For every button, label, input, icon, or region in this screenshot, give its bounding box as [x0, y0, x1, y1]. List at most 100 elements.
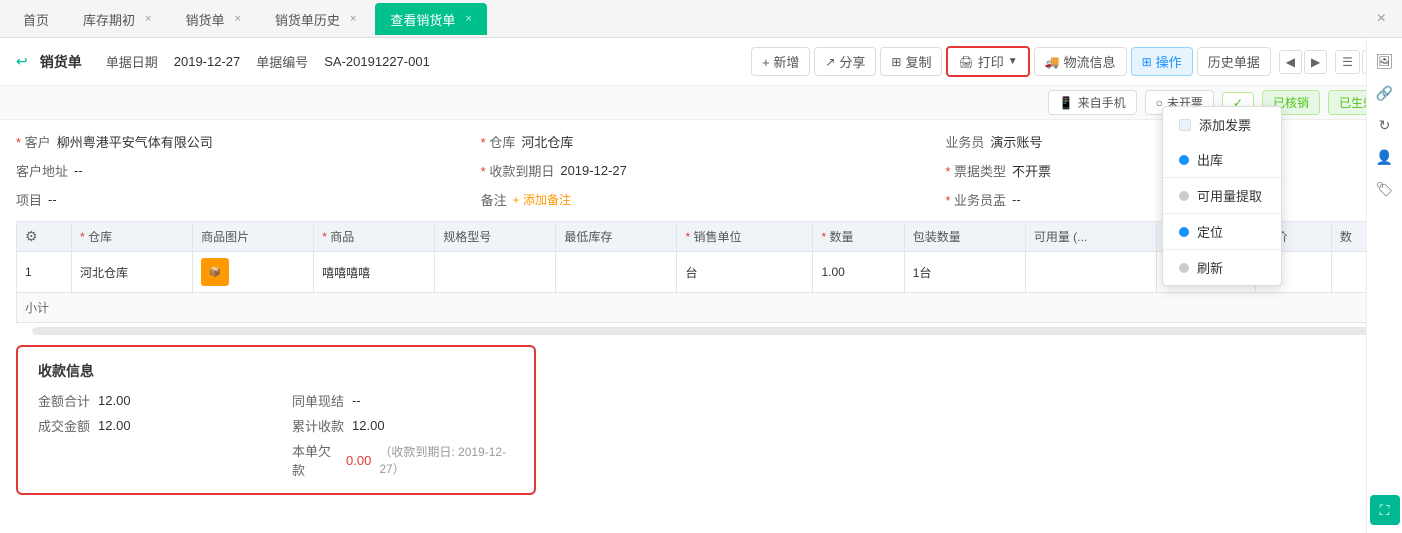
row-min-stock [556, 252, 677, 293]
tab-view-sales-close[interactable]: × [465, 13, 471, 25]
col-min-stock: 最低库存 [556, 222, 677, 252]
sidebar-link-btn[interactable]: 🔗 [1370, 78, 1400, 108]
tab-sales-history[interactable]: 销货单历史 × [260, 3, 371, 35]
phone-icon: 📱 [1059, 96, 1074, 110]
main-area: ↩ 销货单 单据日期 2019-12-27 单据编号 SA-20191227-0… [0, 38, 1402, 533]
menu-outbound[interactable]: 出库 [1163, 142, 1281, 177]
menu-locate[interactable]: 定位 [1163, 214, 1281, 249]
date-value: 2019-12-27 [174, 54, 241, 69]
expand-icon: ⛶ [1380, 502, 1390, 519]
tab-sales-order-close[interactable]: × [234, 13, 240, 25]
same-order-row: 同单现结 -- [292, 391, 514, 410]
sidebar-person-btn[interactable]: 👤 [1370, 142, 1400, 172]
customer-value: 柳州粤港平安气体有限公司 [57, 132, 213, 151]
total-amount-value: 12.00 [98, 393, 131, 408]
sidebar-tag-btn[interactable]: 🏷 [1370, 174, 1400, 204]
col-sales-unit: 销售单位 [677, 222, 813, 252]
col-spec: 规格型号 [435, 222, 556, 252]
person-icon: 👤 [1376, 149, 1393, 166]
tab-inventory-init-close[interactable]: × [145, 13, 151, 25]
print-button[interactable]: 🖨 打印 ▼ [946, 46, 1029, 77]
menu-available-qty[interactable]: 可用量提取 [1163, 178, 1281, 213]
cumulative-row: 累计收款 12.00 [292, 416, 514, 435]
dot-grey-icon [1179, 191, 1189, 201]
document-title: 销货单 [40, 52, 82, 72]
toolbar-actions: + 新增 ↗ 分享 ⊞ 复制 🖨 打印 ▼ 🚚 物流信息 ⊞ 操作 [751, 46, 1386, 77]
col-product: 商品 [314, 222, 435, 252]
row-available [1025, 252, 1156, 293]
warehouse-row: 仓库 河北仓库 [481, 132, 922, 151]
logistics-icon: 🚚 [1045, 55, 1060, 69]
available-qty-label: 可用量提取 [1197, 186, 1262, 205]
tab-sales-order[interactable]: 销货单 × [170, 3, 255, 35]
sidebar-refresh-btn[interactable]: ↻ [1370, 110, 1400, 140]
add-invoice-label: 添加发票 [1199, 115, 1251, 134]
sidebar-expand-btn[interactable]: ⛶ [1370, 495, 1400, 525]
next-button[interactable]: ▶ [1304, 50, 1327, 74]
total-amount-row: 金额合计 12.00 [38, 391, 260, 410]
add-button[interactable]: + 新增 [751, 47, 810, 76]
prev-button[interactable]: ◀ [1279, 50, 1302, 74]
outbound-label: 出库 [1197, 150, 1223, 169]
address-label: 客户地址 [16, 161, 68, 180]
menu-refresh[interactable]: 刷新 [1163, 250, 1281, 285]
no-label: 单据编号 [256, 52, 308, 71]
operation-button[interactable]: ⊞ 操作 [1131, 47, 1193, 76]
toolbar: ↩ 销货单 单据日期 2019-12-27 单据编号 SA-20191227-0… [0, 38, 1402, 86]
employee-label: 业务员 [945, 132, 984, 151]
cumulative-value: 12.00 [352, 418, 385, 433]
horizontal-scrollbar[interactable] [32, 327, 1370, 335]
row-pack-qty: 1台 [904, 252, 1025, 293]
operation-icon: ⊞ [1142, 55, 1152, 69]
share-label: 分享 [839, 52, 865, 71]
deal-amount-value: 12.00 [98, 418, 131, 433]
tab-inventory-init[interactable]: 库存期初 × [68, 3, 166, 35]
tab-bar: 首页 库存期初 × 销货单 × 销货单历史 × 查看销货单 × × [0, 0, 1402, 38]
window-close-button[interactable]: × [1369, 10, 1394, 28]
tab-sales-history-close[interactable]: × [350, 13, 356, 25]
link-icon: 🔗 [1376, 85, 1393, 102]
operation-label: 操作 [1156, 52, 1182, 71]
list-view-button[interactable]: ☰ [1335, 50, 1360, 74]
col-available: 可用量 (... [1025, 222, 1156, 252]
logistics-button[interactable]: 🚚 物流信息 [1034, 47, 1127, 76]
dot-grey-icon-2 [1179, 263, 1189, 273]
remark-row: 备注 + 添加备注 [481, 190, 922, 209]
checkbox-icon [1179, 119, 1191, 131]
sales-employee-value: -- [1012, 192, 1021, 207]
same-order-value: -- [352, 393, 361, 408]
doc-meta: 单据日期 2019-12-27 单据编号 SA-20191227-001 [106, 52, 430, 71]
warehouse-label: 仓库 [481, 132, 516, 151]
address-row: 客户地址 -- [16, 161, 457, 180]
owed-hint: （收款到期日: 2019-12-27） [379, 443, 514, 477]
owed-row: 本单欠款 0.00 （收款到期日: 2019-12-27） [292, 441, 514, 479]
date-label: 单据日期 [106, 52, 158, 71]
same-order-label: 同单现结 [292, 391, 344, 410]
project-value: -- [48, 192, 57, 207]
row-warehouse: 河北仓库 [72, 252, 193, 293]
no-value: SA-20191227-001 [324, 54, 430, 69]
col-settings: ⚙ [17, 222, 72, 252]
remark-label: 备注 [481, 190, 507, 209]
tab-home[interactable]: 首页 [8, 3, 64, 35]
refresh-label: 刷新 [1197, 258, 1223, 277]
tab-view-sales[interactable]: 查看销货单 × [375, 3, 486, 35]
history-button[interactable]: 历史单据 [1197, 47, 1271, 76]
share-button[interactable]: ↗ 分享 [814, 47, 876, 76]
menu-add-invoice[interactable]: 添加发票 [1163, 107, 1281, 142]
dot-blue-icon-2 [1179, 227, 1189, 237]
from-phone-button[interactable]: 📱 来自手机 [1048, 90, 1137, 115]
copy-button[interactable]: ⊞ 复制 [880, 47, 942, 76]
from-phone-label: 来自手机 [1078, 94, 1126, 111]
row-product: 嘻嘻嘻嘻 [314, 252, 435, 293]
sales-employee-label: 业务员盂 [945, 190, 1006, 209]
print-icon: 🖨 [958, 55, 973, 69]
customer-row: 客户 柳州粤港平安气体有限公司 [16, 132, 457, 151]
print-arrow: ▼ [1008, 56, 1018, 67]
payment-due-label: 收款到期日 [481, 161, 555, 180]
settings-icon[interactable]: ⚙ [25, 228, 38, 244]
add-remark-button[interactable]: + 添加备注 [513, 191, 571, 208]
add-label: + 新增 [762, 52, 799, 71]
sidebar-image-btn[interactable]: 🖼 [1370, 46, 1400, 76]
product-image: 📦 [201, 258, 229, 286]
